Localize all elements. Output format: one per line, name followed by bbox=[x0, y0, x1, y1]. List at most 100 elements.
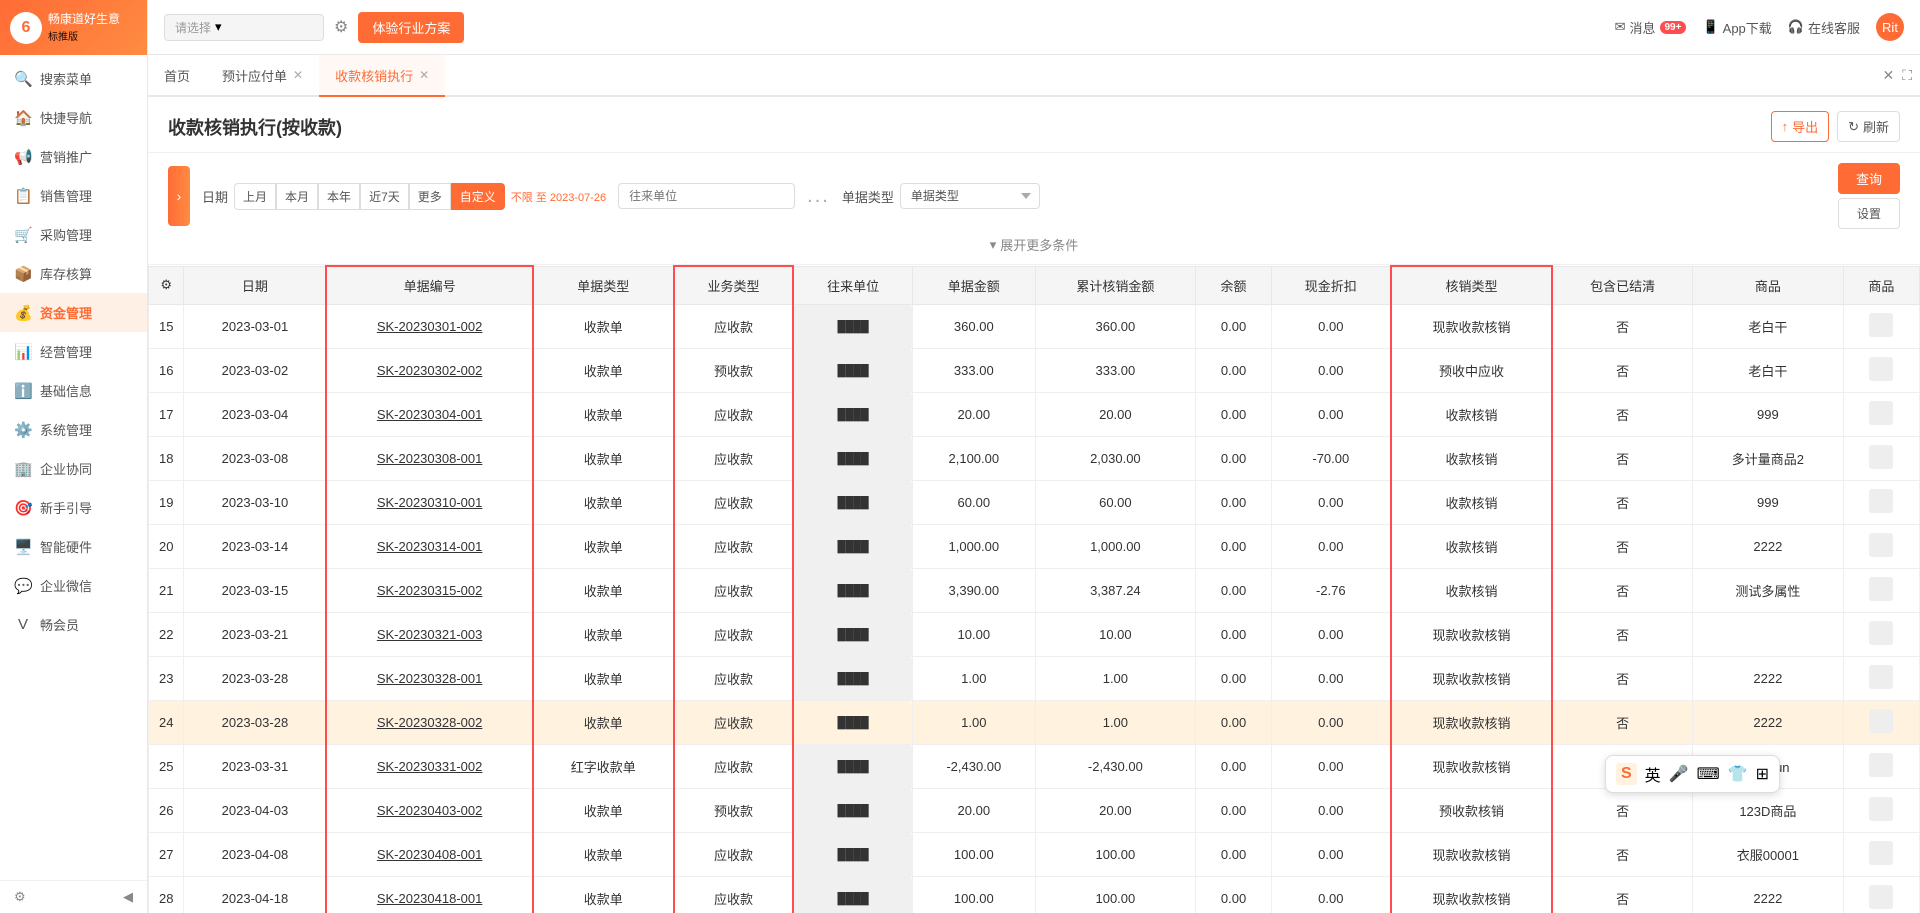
floating-keyboard-icon[interactable]: ⌨ bbox=[1697, 764, 1720, 784]
chevron-down-icon: ▾ bbox=[990, 237, 997, 253]
row-settled: 否 bbox=[1552, 481, 1692, 525]
sidebar-item-system[interactable]: ⚙️ 系统管理 bbox=[0, 410, 147, 449]
row-verify-type: 预收款核销 bbox=[1391, 789, 1553, 833]
last-7-days-btn[interactable]: 近7天 bbox=[360, 183, 409, 210]
table-row: 192023-03-10SK-20230310-001收款单应收款████60.… bbox=[149, 481, 1920, 525]
close-all-tabs-button[interactable]: ✕ bbox=[1882, 67, 1894, 84]
bill-type-select[interactable]: 单据类型 bbox=[900, 183, 1040, 209]
floating-mic-icon[interactable]: 🎤 bbox=[1669, 764, 1689, 784]
row-date: 2023-03-02 bbox=[184, 349, 326, 393]
row-bill-no[interactable]: SK-20230403-002 bbox=[326, 789, 532, 833]
refresh-icon: ↻ bbox=[1848, 119, 1859, 135]
app-download-button[interactable]: 📱 App下载 bbox=[1702, 18, 1771, 37]
custom-date-btn[interactable]: 自定义 bbox=[451, 183, 505, 210]
row-no: 23 bbox=[149, 657, 184, 701]
user-avatar[interactable]: Rit bbox=[1876, 13, 1904, 41]
sidebar-item-wechat[interactable]: 💬 企业微信 bbox=[0, 566, 147, 605]
this-year-btn[interactable]: 本年 bbox=[318, 183, 360, 210]
row-bill-no[interactable]: SK-20230308-001 bbox=[326, 437, 532, 481]
row-bill-type: 收款单 bbox=[533, 569, 674, 613]
tab-close-receipt-verify[interactable]: ✕ bbox=[419, 68, 429, 82]
settings-button[interactable]: 设置 bbox=[1838, 198, 1900, 229]
row-bill-no[interactable]: SK-20230301-002 bbox=[326, 305, 532, 349]
row-bill-no[interactable]: SK-20230418-001 bbox=[326, 877, 532, 913]
row-product2 bbox=[1843, 349, 1919, 393]
bill-type-label: 单据类型 bbox=[842, 187, 894, 206]
row-bill-no[interactable]: SK-20230331-002 bbox=[326, 745, 532, 789]
sidebar-collapse-icon[interactable]: ◀ bbox=[123, 889, 133, 905]
maximize-button[interactable]: ⛶ bbox=[1902, 67, 1912, 84]
sidebar-item-finance[interactable]: 💰 资金管理 bbox=[0, 293, 147, 332]
tab-receipt-verify[interactable]: 收款核销执行 ✕ bbox=[319, 55, 445, 97]
row-counterpart: ████ bbox=[793, 833, 912, 877]
row-discount: 0.00 bbox=[1272, 305, 1391, 349]
more-date-btn[interactable]: 更多 bbox=[409, 183, 451, 210]
row-product: 2222 bbox=[1692, 525, 1843, 569]
row-no: 21 bbox=[149, 569, 184, 613]
row-verified: 10.00 bbox=[1035, 613, 1195, 657]
table-row: 282023-04-18SK-20230418-001收款单应收款████100… bbox=[149, 877, 1920, 913]
sidebar-item-guide[interactable]: 🎯 新手引导 bbox=[0, 488, 147, 527]
expand-more-row[interactable]: ▾ 展开更多条件 bbox=[168, 235, 1900, 254]
floating-grid-icon[interactable]: ⊞ bbox=[1756, 764, 1769, 784]
date-filter-group: 日期 上月 本月 本年 近7天 更多 自定义 不限 至 2023-07-26 bbox=[202, 183, 606, 210]
row-biz-type: 应收款 bbox=[674, 745, 794, 789]
row-balance: 0.00 bbox=[1196, 745, 1272, 789]
sidebar-item-operations[interactable]: 📊 经营管理 bbox=[0, 332, 147, 371]
sidebar-item-enterprise[interactable]: 🏢 企业协同 bbox=[0, 449, 147, 488]
refresh-button[interactable]: ↻ 刷新 bbox=[1837, 111, 1900, 142]
topbar-settings-icon[interactable]: ⚙ bbox=[334, 17, 348, 37]
sidebar-settings-icon[interactable]: ⚙ bbox=[14, 889, 26, 905]
row-verify-type: 现款收款核销 bbox=[1391, 701, 1553, 745]
sidebar-item-quick-nav[interactable]: 🏠 快捷导航 bbox=[0, 98, 147, 137]
workspace-selector[interactable]: 请选择 ▾ bbox=[164, 14, 324, 41]
solution-button[interactable]: 体验行业方案 bbox=[358, 12, 464, 43]
sidebar-item-member[interactable]: V 畅会员 bbox=[0, 605, 147, 644]
row-biz-type: 预收款 bbox=[674, 349, 794, 393]
floating-text-icon[interactable]: 英 bbox=[1645, 762, 1661, 786]
table-header: ⚙ 日期 单据编号 单据类型 业务类型 往来单位 单据金额 累计核销金额 余额 … bbox=[149, 266, 1920, 305]
sidebar-item-marketing[interactable]: 📢 营销推广 bbox=[0, 137, 147, 176]
row-settled: 否 bbox=[1552, 393, 1692, 437]
sidebar-item-sales[interactable]: 📋 销售管理 bbox=[0, 176, 147, 215]
row-date: 2023-03-04 bbox=[184, 393, 326, 437]
action-buttons: 查询 设置 bbox=[1838, 163, 1900, 229]
last-month-btn[interactable]: 上月 bbox=[234, 183, 276, 210]
sidebar-item-hardware[interactable]: 🖥️ 智能硬件 bbox=[0, 527, 147, 566]
query-button[interactable]: 查询 bbox=[1838, 163, 1900, 194]
sidebar-item-inventory[interactable]: 📦 库存核算 bbox=[0, 254, 147, 293]
online-service-button[interactable]: 🎧 在线客服 bbox=[1788, 18, 1860, 37]
row-bill-no[interactable]: SK-20230302-002 bbox=[326, 349, 532, 393]
row-no: 22 bbox=[149, 613, 184, 657]
row-product: 123D商品 bbox=[1692, 789, 1843, 833]
row-bill-no[interactable]: SK-20230314-001 bbox=[326, 525, 532, 569]
col-settings[interactable]: ⚙ bbox=[149, 266, 184, 305]
export-button[interactable]: ↑ 导出 bbox=[1771, 111, 1830, 142]
row-bill-type: 收款单 bbox=[533, 525, 674, 569]
row-bill-no[interactable]: SK-20230328-002 bbox=[326, 701, 532, 745]
sidebar-item-basic[interactable]: ℹ️ 基础信息 bbox=[0, 371, 147, 410]
row-verified: 1.00 bbox=[1035, 657, 1195, 701]
tab-pre-payment[interactable]: 预计应付单 ✕ bbox=[206, 55, 319, 97]
counterpart-input[interactable] bbox=[618, 183, 795, 209]
row-bill-no[interactable]: SK-20230321-003 bbox=[326, 613, 532, 657]
tab-home[interactable]: 首页 bbox=[148, 55, 206, 97]
row-bill-no[interactable]: SK-20230408-001 bbox=[326, 833, 532, 877]
table-row: 232023-03-28SK-20230328-001收款单应收款████1.0… bbox=[149, 657, 1920, 701]
row-counterpart: ████ bbox=[793, 569, 912, 613]
table-body: 152023-03-01SK-20230301-002收款单应收款████360… bbox=[149, 305, 1920, 913]
row-bill-no[interactable]: SK-20230315-002 bbox=[326, 569, 532, 613]
row-bill-no[interactable]: SK-20230304-001 bbox=[326, 393, 532, 437]
row-bill-type: 收款单 bbox=[533, 613, 674, 657]
this-month-btn[interactable]: 本月 bbox=[276, 183, 318, 210]
filter-expand-button[interactable]: › bbox=[168, 166, 190, 226]
floating-shirt-icon[interactable]: 👕 bbox=[1728, 764, 1748, 784]
tab-close-pre-payment[interactable]: ✕ bbox=[293, 68, 303, 82]
sidebar-item-purchase[interactable]: 🛒 采购管理 bbox=[0, 215, 147, 254]
sidebar-item-search[interactable]: 🔍 搜索菜单 bbox=[0, 59, 147, 98]
messages-button[interactable]: ✉ 消息 99+ bbox=[1615, 18, 1687, 37]
row-bill-no[interactable]: SK-20230328-001 bbox=[326, 657, 532, 701]
row-bill-type: 收款单 bbox=[533, 481, 674, 525]
row-balance: 0.00 bbox=[1196, 349, 1272, 393]
row-bill-no[interactable]: SK-20230310-001 bbox=[326, 481, 532, 525]
